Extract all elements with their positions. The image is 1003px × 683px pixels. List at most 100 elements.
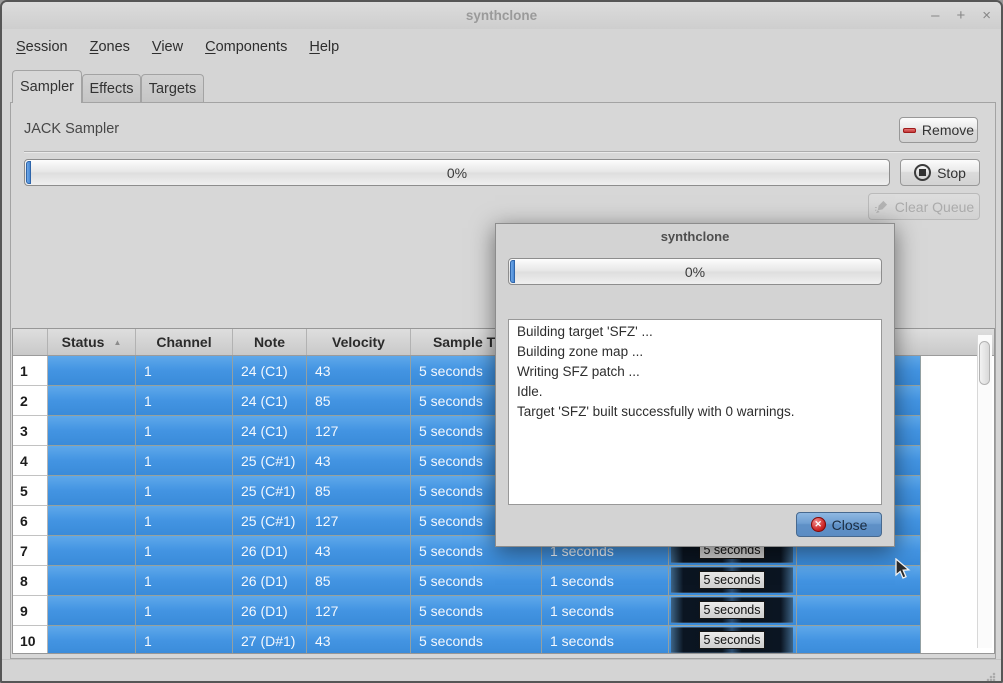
cell-velocity[interactable]: 127 — [307, 506, 411, 536]
cell-velocity[interactable]: 43 — [307, 626, 411, 654]
cell-velocity[interactable]: 43 — [307, 356, 411, 386]
menu-help[interactable]: Help — [309, 39, 339, 55]
menu-components[interactable]: Components — [205, 39, 287, 55]
cell-channel[interactable]: 1 — [136, 536, 233, 566]
cell-note[interactable]: 24 (C1) — [233, 356, 307, 386]
cell-velocity[interactable]: 127 — [307, 416, 411, 446]
cell-status[interactable] — [48, 566, 136, 596]
header-rownum[interactable] — [13, 329, 48, 355]
cell-dry-sample[interactable]: 5 seconds — [669, 566, 797, 596]
cell-num[interactable]: 7 — [13, 536, 48, 566]
cell-num[interactable]: 4 — [13, 446, 48, 476]
cell-status[interactable] — [48, 626, 136, 654]
cell-channel[interactable]: 1 — [136, 386, 233, 416]
table-row[interactable]: 9126 (D1)1275 seconds1 seconds5 seconds — [13, 596, 994, 626]
cell-release-time[interactable]: 1 seconds — [542, 626, 669, 654]
window-title: synthclone — [466, 8, 537, 23]
cell-num[interactable]: 9 — [13, 596, 48, 626]
cell-num[interactable]: 1 — [13, 356, 48, 386]
tab-targets[interactable]: Targets — [141, 74, 204, 102]
cell-status[interactable] — [48, 416, 136, 446]
sampler-name-label: JACK Sampler — [24, 121, 119, 137]
cell-num[interactable]: 3 — [13, 416, 48, 446]
waveform-thumbnail: 5 seconds — [671, 627, 793, 653]
cell-note[interactable]: 26 (D1) — [233, 566, 307, 596]
window-controls: – + × — [931, 2, 991, 29]
cell-note[interactable]: 27 (D#1) — [233, 626, 307, 654]
cell-sample-time[interactable]: 5 seconds — [411, 596, 542, 626]
table-row[interactable]: 8126 (D1)855 seconds1 seconds5 seconds — [13, 566, 994, 596]
cell-note[interactable]: 25 (C#1) — [233, 476, 307, 506]
menu-zones[interactable]: Zones — [90, 39, 130, 55]
cell-num[interactable]: 8 — [13, 566, 48, 596]
scrollbar-thumb[interactable] — [979, 341, 990, 385]
build-log[interactable]: Building target 'SFZ' ...Building zone m… — [508, 319, 882, 505]
header-status[interactable]: Status▲ — [48, 329, 136, 355]
cell-channel[interactable]: 1 — [136, 476, 233, 506]
cell-wet-sample[interactable] — [797, 596, 921, 626]
clear-queue-button[interactable]: Clear Queue — [868, 193, 980, 220]
cell-num[interactable]: 10 — [13, 626, 48, 654]
menu-session[interactable]: Session — [16, 39, 68, 55]
cell-channel[interactable]: 1 — [136, 356, 233, 386]
remove-minus-icon — [903, 128, 916, 133]
log-line: Building zone map ... — [517, 342, 873, 362]
titlebar[interactable]: synthclone – + × — [2, 2, 1001, 29]
menubar: Session Zones View Components Help — [2, 29, 1001, 64]
cell-status[interactable] — [48, 596, 136, 626]
header-note[interactable]: Note — [233, 329, 307, 355]
cell-release-time[interactable]: 1 seconds — [542, 566, 669, 596]
cell-note[interactable]: 24 (C1) — [233, 416, 307, 446]
cell-status[interactable] — [48, 476, 136, 506]
separator — [24, 151, 980, 153]
cell-status[interactable] — [48, 506, 136, 536]
cell-status[interactable] — [48, 356, 136, 386]
cell-note[interactable]: 25 (C#1) — [233, 506, 307, 536]
cell-note[interactable]: 26 (D1) — [233, 536, 307, 566]
table-vertical-scrollbar[interactable] — [977, 335, 992, 648]
cell-note[interactable]: 25 (C#1) — [233, 446, 307, 476]
cell-sample-time[interactable]: 5 seconds — [411, 566, 542, 596]
cell-channel[interactable]: 1 — [136, 596, 233, 626]
cell-status[interactable] — [48, 446, 136, 476]
cell-velocity[interactable]: 43 — [307, 446, 411, 476]
cell-channel[interactable]: 1 — [136, 626, 233, 654]
cell-num[interactable]: 5 — [13, 476, 48, 506]
waveform-thumbnail: 5 seconds — [671, 567, 793, 593]
cell-wet-sample[interactable] — [797, 626, 921, 654]
remove-button[interactable]: Remove — [899, 117, 978, 143]
header-channel[interactable]: Channel — [136, 329, 233, 355]
cell-sample-time[interactable]: 5 seconds — [411, 626, 542, 654]
header-velocity[interactable]: Velocity — [307, 329, 411, 355]
build-progress-dialog: synthclone 0% Building target 'SFZ' ...B… — [495, 223, 895, 547]
tab-effects[interactable]: Effects — [82, 74, 141, 102]
cell-note[interactable]: 26 (D1) — [233, 596, 307, 626]
cell-dry-sample[interactable]: 5 seconds — [669, 596, 797, 626]
cell-velocity[interactable]: 127 — [307, 596, 411, 626]
minimize-icon[interactable]: – — [931, 8, 939, 23]
cell-velocity[interactable]: 85 — [307, 386, 411, 416]
cell-status[interactable] — [48, 536, 136, 566]
cell-channel[interactable]: 1 — [136, 446, 233, 476]
maximize-icon[interactable]: + — [956, 8, 965, 23]
close-window-icon[interactable]: × — [982, 8, 991, 23]
cell-dry-sample[interactable]: 5 seconds — [669, 626, 797, 654]
cell-note[interactable]: 24 (C1) — [233, 386, 307, 416]
menu-view[interactable]: View — [152, 39, 183, 55]
cell-channel[interactable]: 1 — [136, 566, 233, 596]
cell-num[interactable]: 6 — [13, 506, 48, 536]
cell-velocity[interactable]: 85 — [307, 476, 411, 506]
table-row[interactable]: 10127 (D#1)435 seconds1 seconds5 seconds — [13, 626, 994, 654]
tab-sampler[interactable]: Sampler — [12, 70, 82, 103]
cell-channel[interactable]: 1 — [136, 416, 233, 446]
cell-num[interactable]: 2 — [13, 386, 48, 416]
cell-channel[interactable]: 1 — [136, 506, 233, 536]
cell-velocity[interactable]: 43 — [307, 536, 411, 566]
cell-release-time[interactable]: 1 seconds — [542, 596, 669, 626]
stop-button[interactable]: Stop — [900, 159, 980, 186]
close-button[interactable]: ✕ Close — [796, 512, 882, 537]
log-line: Target 'SFZ' built successfully with 0 w… — [517, 402, 873, 422]
cell-velocity[interactable]: 85 — [307, 566, 411, 596]
cell-status[interactable] — [48, 386, 136, 416]
resize-grip[interactable] — [986, 672, 996, 682]
